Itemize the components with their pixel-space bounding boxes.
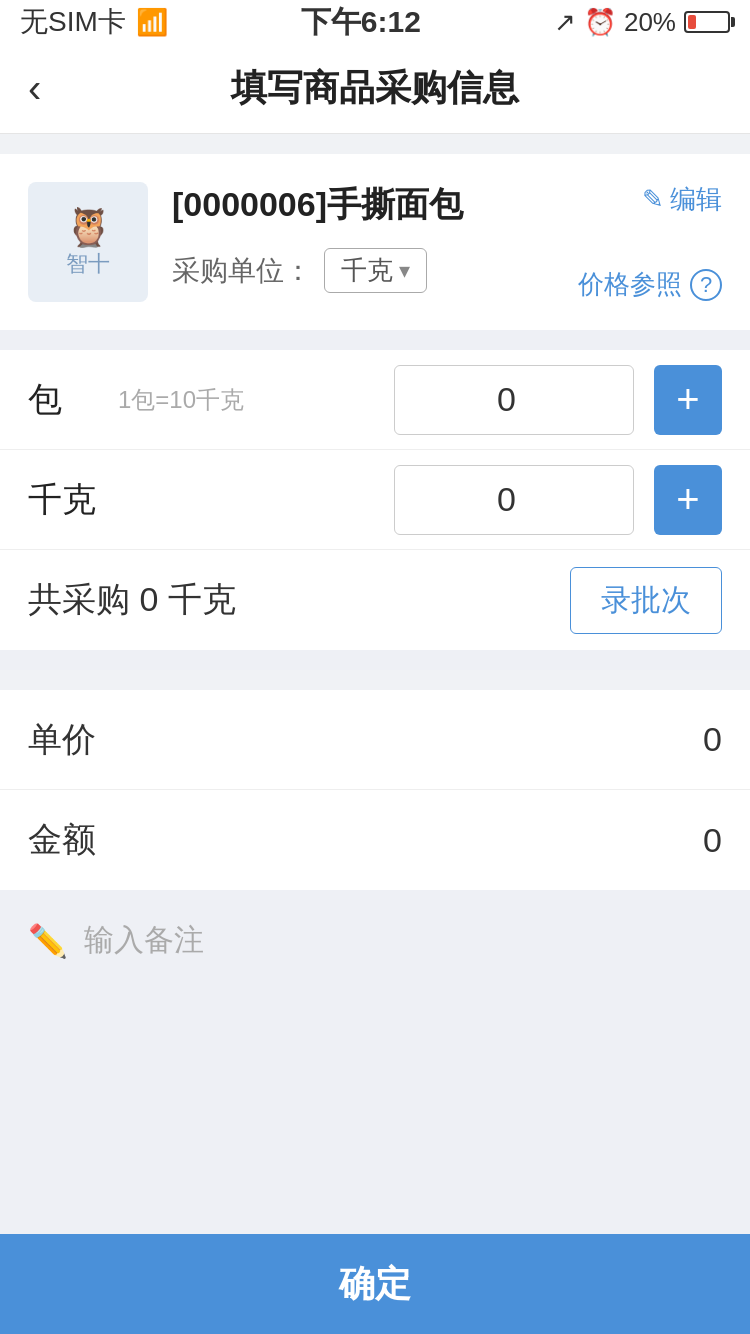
- form-section: 包 1包=10千克 + 千克 + 共采购 0 千克 录批次: [0, 350, 750, 650]
- unit-value: 千克: [341, 253, 393, 288]
- confirm-button[interactable]: 确定: [0, 1234, 750, 1334]
- product-logo-text: 智十: [66, 249, 110, 279]
- summary-row: 共采购 0 千克 录批次: [0, 550, 750, 650]
- help-icon[interactable]: ?: [690, 269, 722, 301]
- confirm-label: 确定: [339, 1260, 411, 1309]
- bao-sublabel: 1包=10千克: [118, 384, 244, 416]
- unit-price-row: 单价 0: [0, 690, 750, 790]
- edit-button[interactable]: ✎ 编辑: [642, 182, 722, 217]
- price-ref-label: 价格参照: [578, 267, 682, 302]
- batch-label: 录批次: [601, 583, 691, 616]
- back-button[interactable]: ‹: [28, 66, 41, 111]
- status-right: ↗ ⏰ 20%: [554, 7, 730, 38]
- unit-price-label: 单价: [28, 717, 96, 763]
- bao-label: 包: [28, 377, 108, 423]
- product-name: [0000006]手撕面包: [172, 182, 722, 228]
- separator-2: [0, 650, 750, 670]
- page-title: 填写商品采购信息: [231, 64, 519, 113]
- chevron-down-icon: ▾: [399, 258, 410, 284]
- kg-plus-button[interactable]: +: [654, 465, 722, 535]
- price-ref-button[interactable]: 价格参照 ?: [578, 267, 722, 302]
- battery-percent: 20%: [624, 7, 676, 38]
- alarm-icon: ⏰: [584, 7, 616, 38]
- nav-bar: ‹ 填写商品采购信息: [0, 44, 750, 134]
- remark-section[interactable]: ✏️ 输入备注: [0, 890, 750, 991]
- kg-input-wrapper: +: [108, 465, 722, 535]
- remark-placeholder: 输入备注: [84, 920, 204, 961]
- kg-input[interactable]: [394, 465, 634, 535]
- amount-label: 金额: [28, 817, 96, 863]
- status-time: 下午6:12: [301, 2, 421, 43]
- amount-value: 0: [703, 821, 722, 860]
- kg-label: 千克: [28, 477, 108, 523]
- product-image: 🦉 智十: [28, 182, 148, 302]
- batch-button[interactable]: 录批次: [570, 567, 722, 634]
- status-left: 无SIM卡 📶: [20, 3, 168, 41]
- unit-dropdown[interactable]: 千克 ▾: [324, 248, 427, 293]
- product-card: 🦉 智十 [0000006]手撕面包 采购单位： 千克 ▾ ✎ 编辑 价格参照 …: [0, 154, 750, 330]
- edit-icon: ✎: [642, 184, 664, 215]
- wifi-icon: 📶: [136, 7, 168, 38]
- bao-input-wrapper: +: [244, 365, 722, 435]
- amount-row: 金额 0: [0, 790, 750, 890]
- bao-input[interactable]: [394, 365, 634, 435]
- unit-label: 采购单位：: [172, 252, 312, 290]
- status-bar: 无SIM卡 📶 下午6:12 ↗ ⏰ 20%: [0, 0, 750, 44]
- bao-plus-button[interactable]: +: [654, 365, 722, 435]
- battery-icon: [684, 11, 730, 33]
- unit-price-value: 0: [703, 720, 722, 759]
- product-logo-icon: 🦉: [65, 205, 112, 249]
- carrier-label: 无SIM卡: [20, 3, 126, 41]
- location-icon: ↗: [554, 7, 576, 38]
- plus-icon: +: [676, 377, 699, 422]
- bao-row: 包 1包=10千克 +: [0, 350, 750, 450]
- kg-plus-icon: +: [676, 477, 699, 522]
- kg-row: 千克 +: [0, 450, 750, 550]
- battery-fill: [688, 15, 696, 29]
- summary-text: 共采购 0 千克: [28, 577, 236, 623]
- pencil-icon: ✏️: [28, 922, 68, 960]
- info-section: 单价 0 金额 0: [0, 690, 750, 890]
- edit-label: 编辑: [670, 182, 722, 217]
- separator-1: [0, 330, 750, 350]
